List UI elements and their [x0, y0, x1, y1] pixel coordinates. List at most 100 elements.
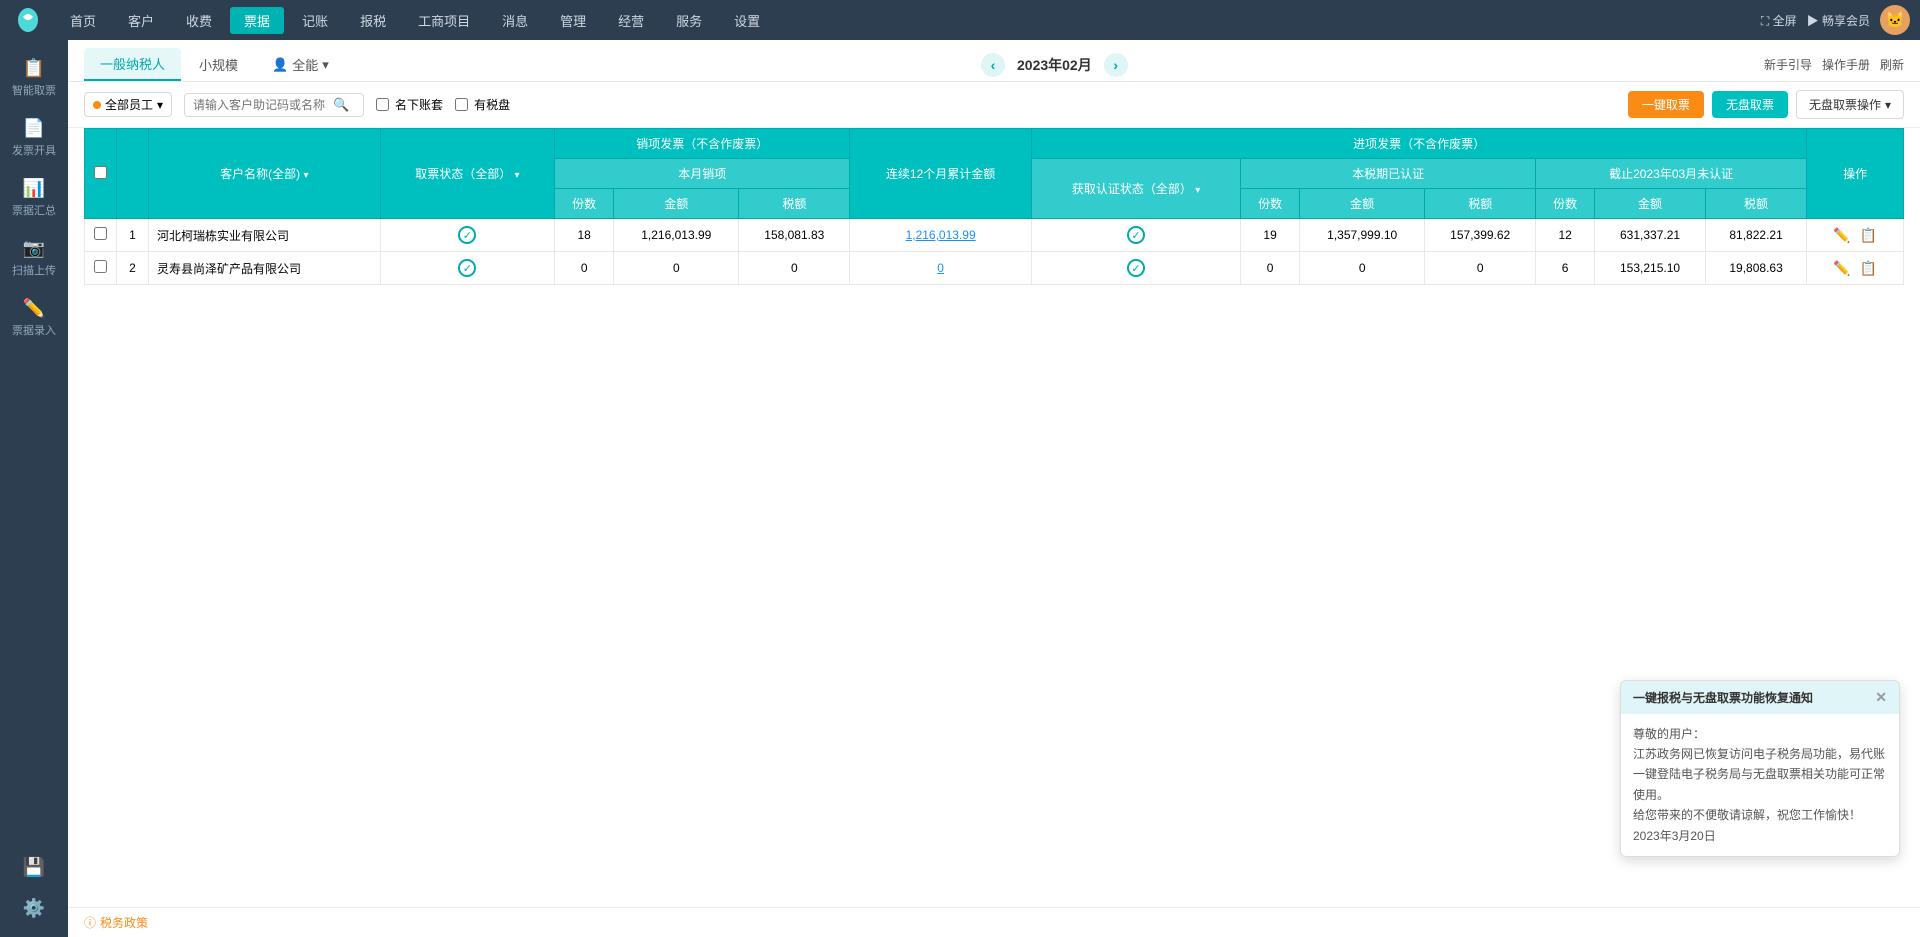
cumulative-link-1[interactable]: 0 [937, 261, 944, 275]
row-cert-amount-1: 0 [1300, 252, 1425, 285]
taxdisk-checkbox[interactable] [455, 98, 468, 111]
period-prev-btn[interactable]: ‹ [981, 53, 1005, 77]
sidebar-item-scan-upload[interactable]: 📷 扫描上传 [4, 230, 64, 286]
nav-manage[interactable]: 管理 [546, 7, 600, 34]
nav-tax[interactable]: 报税 [346, 7, 400, 34]
app-logo [10, 2, 46, 38]
settings-icon: ⚙️ [23, 898, 45, 919]
sidebar-item-download[interactable]: 💾 [4, 849, 64, 886]
table-row: 1 河北柯瑞栋实业有限公司 ✓ 18 1,216,013.99 158,081.… [85, 219, 1904, 252]
row-checkbox-0[interactable] [85, 219, 117, 252]
tab-dropdown-icon[interactable]: ▾ [322, 57, 329, 73]
nav-right-area: ⛶ 全屏 ▶ 畅享会员 🐱 [1761, 5, 1910, 35]
sidebar-label-smart-fetch: 智能取票 [12, 82, 56, 98]
th-cert-tax: 税额 [1425, 189, 1536, 219]
row-seq-1: 2 [117, 252, 149, 285]
detail-icon-1[interactable]: 📋 [1860, 260, 1877, 276]
sidebar-item-open-invoice[interactable]: 📄 发票开具 [4, 110, 64, 166]
tab-bar: 一般纳税人 小规模 👤 全能 ▾ ‹ 2023年02月 › 新手引导 操作手册 … [68, 40, 1920, 82]
tab-all-capable[interactable]: 👤 全能 ▾ [256, 49, 345, 80]
th-purchase: 进项发票（不含作废票） [1031, 129, 1806, 159]
search-input[interactable] [193, 98, 333, 112]
edit-icon-0[interactable]: ✏️ [1833, 227, 1850, 243]
row-sales-qty-0: 18 [555, 219, 614, 252]
fullscreen-btn[interactable]: ⛶ 全屏 [1761, 12, 1797, 29]
search-icon[interactable]: 🔍 [333, 97, 349, 113]
row-customer-0: 河北柯瑞栋实业有限公司 [149, 219, 381, 252]
sidebar-label-data-entry: 票据录入 [12, 322, 56, 338]
account-checkbox[interactable] [376, 98, 389, 111]
row-check-1[interactable] [94, 260, 107, 273]
no-disk-fetch-btn[interactable]: 无盘取票 [1712, 91, 1788, 118]
edit-icon-1[interactable]: ✏️ [1833, 260, 1850, 276]
nav-invoice[interactable]: 票据 [230, 7, 284, 34]
th-seq [117, 129, 149, 219]
row-sales-tax-0: 158,081.83 [739, 219, 850, 252]
tab-right-actions: 新手引导 操作手册 刷新 [1764, 56, 1904, 73]
th-action: 操作 [1807, 129, 1904, 219]
nav-settings[interactable]: 设置 [720, 7, 774, 34]
row-actions-0: ✏️ 📋 [1807, 219, 1904, 252]
row-sales-qty-1: 0 [555, 252, 614, 285]
nav-fee[interactable]: 收费 [172, 7, 226, 34]
sidebar-item-summary[interactable]: 📊 票据汇总 [4, 170, 64, 226]
th-cumulative: 连续12个月累计金额 [850, 129, 1032, 219]
th-sales-tax: 税额 [739, 189, 850, 219]
nav-message[interactable]: 消息 [488, 7, 542, 34]
th-this-period-certified: 本税期已认证 [1241, 159, 1536, 189]
select-all-checkbox[interactable] [94, 166, 107, 179]
row-cumulative-0: 1,216,013.99 [850, 219, 1032, 252]
employee-select[interactable]: 全部员工 ▾ [84, 92, 172, 117]
checkbox-account: 名下账套 [376, 96, 443, 113]
top-nav: 首页 客户 收费 票据 记账 报税 工商项目 消息 管理 经营 服务 设置 ⛶ … [0, 0, 1920, 40]
tab-small-scale[interactable]: 小规模 [183, 49, 254, 80]
refresh-btn[interactable]: 刷新 [1880, 56, 1904, 73]
row-cert-qty-0: 19 [1241, 219, 1300, 252]
nav-operation[interactable]: 经营 [604, 7, 658, 34]
nav-home[interactable]: 首页 [56, 7, 110, 34]
nav-service[interactable]: 服务 [662, 7, 716, 34]
tax-policy-link[interactable]: 税务政策 [100, 914, 148, 931]
row-cancel-status-0: ✓ [380, 219, 555, 252]
th-customer: 客户名称(全部) ▾ [149, 129, 381, 219]
sidebar-item-smart-fetch[interactable]: 📋 智能取票 [4, 50, 64, 106]
th-uncert-qty: 份数 [1536, 189, 1595, 219]
download-icon: 💾 [23, 857, 45, 878]
filter-icon[interactable]: ▾ [303, 170, 308, 181]
detail-icon-0[interactable]: 📋 [1860, 227, 1877, 243]
sidebar-item-data-entry[interactable]: ✏️ 票据录入 [4, 290, 64, 346]
avatar[interactable]: 🐱 [1880, 5, 1910, 35]
period-next-btn[interactable]: › [1104, 53, 1128, 77]
account-label: 名下账套 [395, 96, 443, 113]
row-seq-0: 1 [117, 219, 149, 252]
notification-close-btn[interactable]: ✕ [1875, 689, 1887, 706]
nav-items: 首页 客户 收费 票据 记账 报税 工商项目 消息 管理 经营 服务 设置 [56, 7, 1761, 34]
row-check-0[interactable] [94, 227, 107, 240]
one-click-fetch-btn[interactable]: 一键取票 [1628, 91, 1704, 118]
notification-line2: 江苏政务网已恢复访问电子税务局功能，易代账一键登陆电子税务局与无盘取票相关功能可… [1633, 744, 1887, 805]
checkbox-taxdisk: 有税盘 [455, 96, 510, 113]
nav-customer[interactable]: 客户 [114, 7, 168, 34]
tab-general-taxpayer[interactable]: 一般纳税人 [84, 48, 181, 81]
employee-dot [93, 101, 101, 109]
new-guide-btn[interactable]: 新手引导 [1764, 56, 1812, 73]
main-table: 客户名称(全部) ▾ 取票状态（全部） ▾ 销项发票（不含作废票） 连续12个月… [84, 128, 1904, 285]
notification-title: 一键报税与无盘取票功能恢复通知 [1633, 689, 1813, 706]
th-auth-status: 获取认证状态（全部） ▾ [1031, 159, 1240, 219]
no-disk-ops-btn[interactable]: 无盘取票操作 ▾ [1796, 90, 1904, 119]
operation-manual-btn[interactable]: 操作手册 [1822, 56, 1870, 73]
nav-account[interactable]: 记账 [288, 7, 342, 34]
th-uncert-tax: 税额 [1705, 189, 1806, 219]
row-sales-amount-0: 1,216,013.99 [614, 219, 739, 252]
row-cert-qty-1: 0 [1241, 252, 1300, 285]
auth-filter-icon[interactable]: ▾ [1195, 185, 1200, 196]
row-checkbox-1[interactable] [85, 252, 117, 285]
notification-line3: 给您带来的不便敬请谅解，祝您工作愉快！ [1633, 805, 1887, 825]
nav-business[interactable]: 工商项目 [404, 7, 484, 34]
cancel-filter-icon[interactable]: ▾ [515, 170, 520, 181]
cancel-status-icon-1: ✓ [458, 259, 476, 277]
member-btn[interactable]: ▶ 畅享会员 [1807, 12, 1870, 29]
row-cumulative-1: 0 [850, 252, 1032, 285]
sidebar-item-settings[interactable]: ⚙️ [4, 890, 64, 927]
cumulative-link-0[interactable]: 1,216,013.99 [906, 228, 976, 242]
